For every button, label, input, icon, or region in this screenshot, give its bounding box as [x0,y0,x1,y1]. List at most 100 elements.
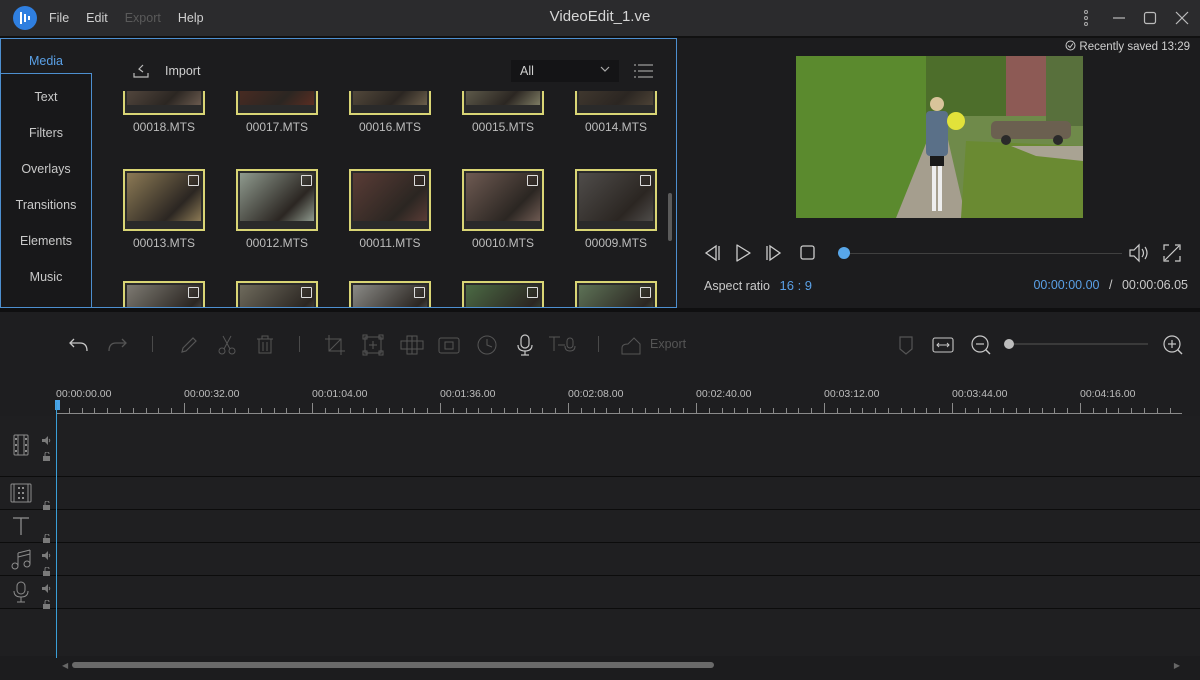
media-thumbnail[interactable] [236,169,318,231]
edit-button[interactable] [178,334,200,356]
fit-timeline-button[interactable] [932,334,954,356]
tab-music[interactable]: Music [1,259,91,295]
track-lock-icon[interactable] [42,497,51,510]
media-item[interactable] [232,281,322,307]
timeline-track-voice[interactable] [0,576,1200,609]
media-thumbnail[interactable] [462,169,544,231]
speech-to-text-button[interactable] [548,334,576,356]
timeline-scrollbar-thumb[interactable] [72,662,714,668]
import-button[interactable]: Import [131,63,200,79]
zoom-in-button[interactable] [1162,334,1184,356]
playback-progress-knob[interactable] [838,247,850,259]
media-item[interactable]: 00013.MTS [119,169,209,250]
media-item[interactable]: 00009.MTS [571,169,661,250]
volume-button[interactable] [1128,243,1148,263]
media-item[interactable]: 00016.MTS [345,91,435,134]
scroll-right-arrow[interactable]: ▶ [1174,661,1180,670]
tab-transitions[interactable]: Transitions [1,187,91,223]
track-volume-icon[interactable] [42,547,51,560]
timeline-track-overlay[interactable] [0,477,1200,510]
media-item[interactable]: 00018.MTS [119,91,209,134]
media-thumbnail[interactable] [462,91,544,115]
mosaic-button[interactable] [400,334,424,356]
timeline-zoom-knob[interactable] [1004,339,1014,349]
track-lock-icon[interactable] [42,530,51,543]
menu-help[interactable]: Help [178,11,204,25]
ruler-tick [158,408,159,413]
ruler-tick [1093,408,1094,413]
tab-overlays[interactable]: Overlays [1,151,91,187]
timeline-track-video[interactable] [0,416,1200,477]
media-item[interactable] [345,281,435,307]
media-thumbnail[interactable] [123,91,205,115]
media-thumbnail[interactable] [575,91,657,115]
track-lock-icon[interactable] [42,448,51,461]
tab-media[interactable]: Media [1,43,91,79]
timeline-scrollbar[interactable]: ◀ ▶ [62,660,1180,670]
scrollbar-thumb[interactable] [668,193,672,241]
zoom-out-button[interactable] [970,334,992,356]
media-item[interactable] [571,281,661,307]
export-icon-button[interactable] [620,334,642,356]
fullscreen-button[interactable] [1162,243,1182,263]
aspect-ratio-value[interactable]: 16 : 9 [780,278,813,293]
scroll-left-arrow[interactable]: ◀ [62,661,68,670]
list-view-button[interactable] [633,62,655,80]
media-thumbnail[interactable] [349,169,431,231]
tab-filters[interactable]: Filters [1,115,91,151]
media-item[interactable]: 00015.MTS [458,91,548,134]
playhead[interactable] [56,402,57,658]
menu-edit[interactable]: Edit [86,11,108,25]
timeline-track-text[interactable] [0,510,1200,543]
media-item[interactable]: 00011.MTS [345,169,435,250]
export-button[interactable]: Export [650,337,686,351]
close-button[interactable] [1166,0,1198,36]
delete-button[interactable] [254,334,276,356]
media-scrollbar[interactable] [667,95,673,305]
more-button[interactable] [1070,0,1102,36]
media-item[interactable] [458,281,548,307]
timeline-ruler[interactable]: 00:00:00.00 00:00:32.00 00:01:04.00 00:01:3… [0,372,1200,416]
media-item[interactable]: 00017.MTS [232,91,322,134]
snapshot-button[interactable] [438,334,460,356]
minimize-button[interactable] [1103,0,1135,36]
next-frame-button[interactable] [764,243,784,263]
media-item[interactable]: 00010.MTS [458,169,548,250]
media-thumbnail[interactable] [123,281,205,307]
media-thumbnail[interactable] [349,281,431,307]
timeline-track-music[interactable] [0,543,1200,576]
voiceover-button[interactable] [514,334,536,356]
track-volume-icon[interactable] [42,432,51,445]
crop-button[interactable] [324,334,346,356]
track-volume-icon[interactable] [42,580,51,593]
marker-button[interactable] [896,334,918,356]
menu-export[interactable]: Export [125,11,161,25]
timeline-zoom-slider[interactable] [1010,343,1148,345]
maximize-button[interactable] [1134,0,1166,36]
media-filter-select[interactable]: All [511,60,619,82]
media-item[interactable] [119,281,209,307]
play-button[interactable] [733,243,753,263]
redo-button[interactable] [106,334,128,356]
media-thumbnail[interactable] [236,91,318,115]
playback-progress-track[interactable] [844,253,1122,254]
cut-button[interactable] [216,334,238,356]
media-item[interactable]: 00014.MTS [571,91,661,134]
tab-text[interactable]: Text [1,79,91,115]
undo-button[interactable] [68,334,90,356]
media-thumbnail[interactable] [349,91,431,115]
track-lock-icon[interactable] [42,596,51,609]
zoom-frame-button[interactable] [362,334,384,356]
media-thumbnail[interactable] [462,281,544,307]
previous-frame-button[interactable] [702,243,722,263]
media-thumbnail[interactable] [123,169,205,231]
speed-button[interactable] [476,334,498,356]
stop-button[interactable] [798,243,818,263]
tab-elements[interactable]: Elements [1,223,91,259]
media-thumbnail[interactable] [575,281,657,307]
media-thumbnail[interactable] [575,169,657,231]
media-item[interactable]: 00012.MTS [232,169,322,250]
media-thumbnail[interactable] [236,281,318,307]
menu-file[interactable]: File [49,11,69,25]
track-lock-icon[interactable] [42,563,51,576]
